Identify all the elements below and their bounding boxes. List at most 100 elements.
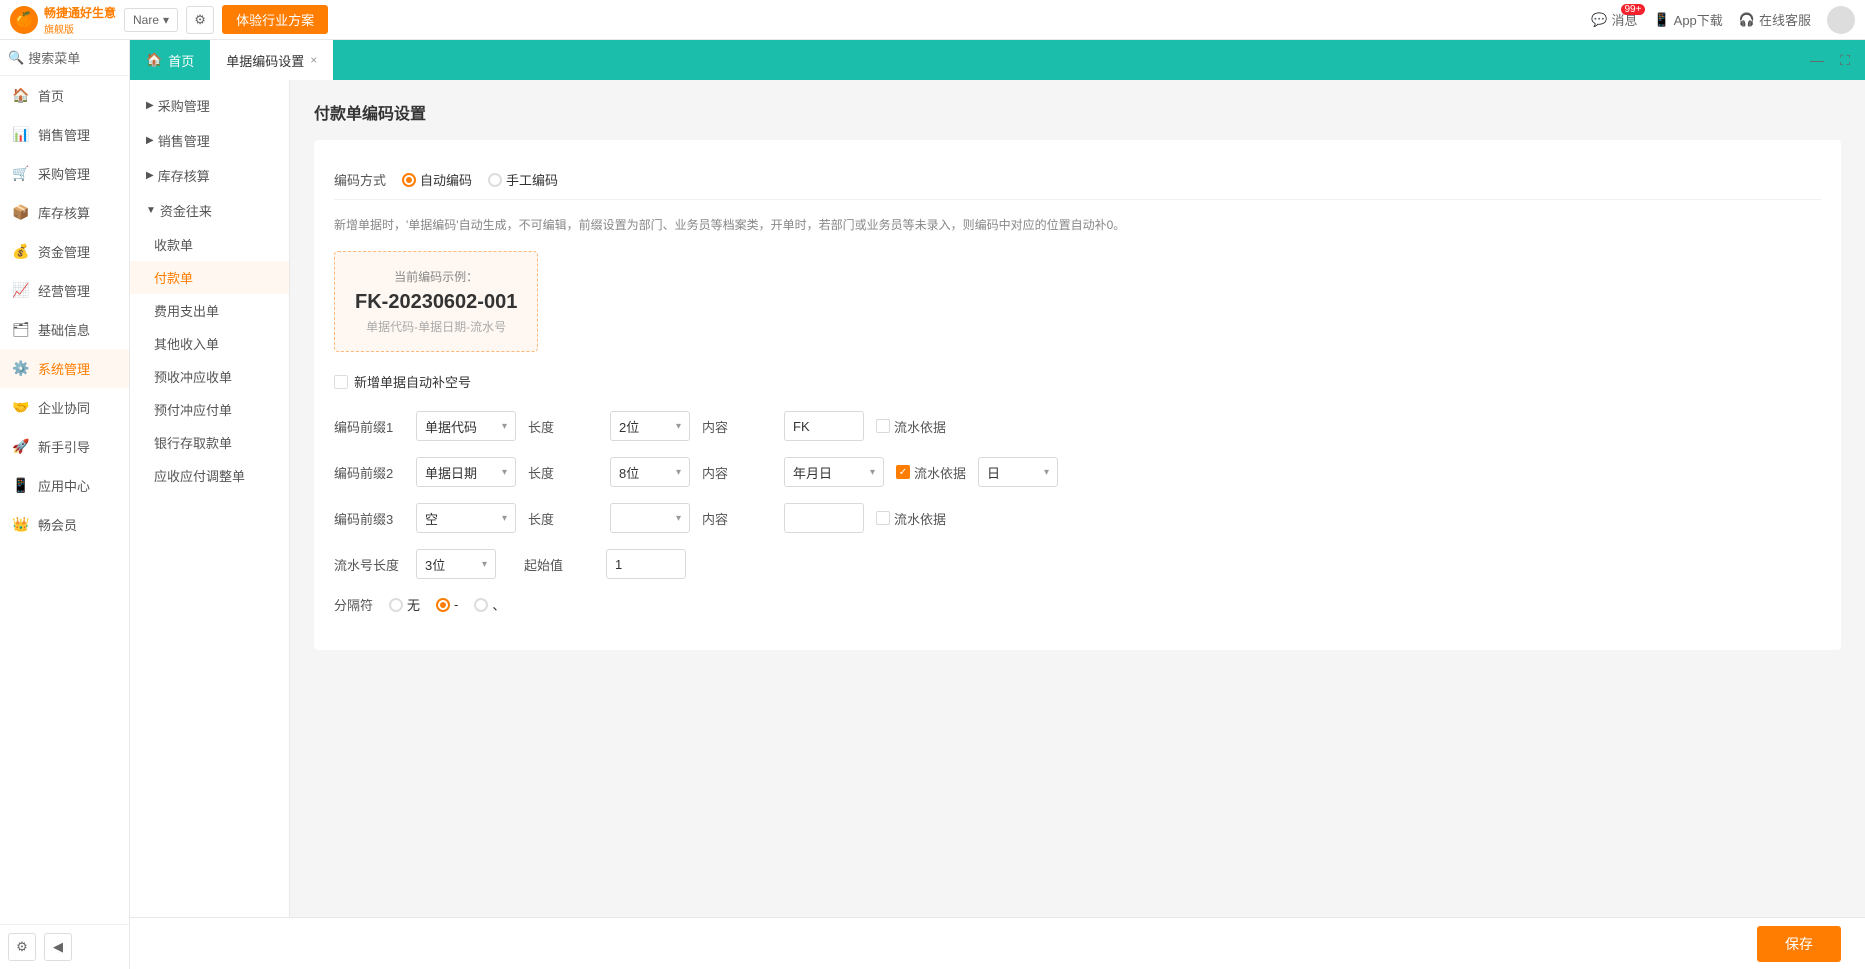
prefix2-select[interactable]: 单据日期 ▾ (416, 457, 516, 487)
sidebar-item-operations[interactable]: 📈 经营管理 (0, 271, 129, 310)
form-card: 编码方式 自动编码 手工编码 新增单据时，'单据编码'自动生成，不可编辑，前缀设… (314, 140, 1841, 650)
sidebar-item-purchase[interactable]: 🛒 采购管理 (0, 154, 129, 193)
sub-item-bank[interactable]: 银行存取款单 (130, 426, 289, 459)
sidebar-item-inventory[interactable]: 📦 库存核算 (0, 193, 129, 232)
sidebar-item-apps[interactable]: 📱 应用中心 (0, 466, 129, 505)
tab-close-icon[interactable]: × (310, 53, 317, 67)
settings-bottom-icon[interactable]: ⚙ (8, 933, 36, 961)
chevron-down-icon8: ▾ (1044, 467, 1049, 478)
chevron-down-icon7: ▾ (870, 467, 875, 478)
start-value-input[interactable] (606, 549, 686, 579)
prefix3-select[interactable]: 空 ▾ (416, 503, 516, 533)
chevron-down-icon11: ▾ (482, 559, 487, 570)
tab-bar: 🏠 首页 单据编码设置 × — ⛶ (130, 40, 1865, 80)
prefix3-length-select[interactable]: ▾ (610, 503, 690, 533)
sub-item-adjustment[interactable]: 应收应付调整单 (130, 459, 289, 492)
radio-manual-encode[interactable]: 手工编码 (488, 170, 558, 189)
tab-settings[interactable]: 单据编码设置 × (210, 40, 333, 80)
prefix1-select[interactable]: 单据代码 ▾ (416, 411, 516, 441)
minimize-icon[interactable]: — (1805, 48, 1829, 72)
sidebar-item-system[interactable]: ⚙️ 系统管理 (0, 349, 129, 388)
sub-item-receipt[interactable]: 收款单 (130, 228, 289, 261)
auto-fill-checkbox[interactable] (334, 375, 348, 389)
main-layout: 🔍 搜索菜单 🏠 首页 📊 销售管理 🛒 采购管理 📦 库存核算 💰 (0, 40, 1865, 969)
chevron-down-icon6: ▾ (676, 467, 681, 478)
maximize-icon[interactable]: ⛶ (1833, 48, 1857, 72)
sidebar-item-member[interactable]: 👑 畅会员 (0, 505, 129, 544)
sub-group-sales-title[interactable]: ▶ 销售管理 (130, 123, 289, 158)
sidebar-nav: 🏠 首页 📊 销售管理 🛒 采购管理 📦 库存核算 💰 资金管理 📈 经 (0, 76, 129, 924)
sep-dot2-radio[interactable]: 、 (474, 595, 505, 614)
sub-item-payment[interactable]: 付款单 (130, 261, 289, 294)
search-menu-btn[interactable]: 🔍 搜索菜单 (0, 40, 129, 76)
sep-none-radio[interactable]: 无 (389, 595, 420, 614)
code-preview: 当前编码示例： FK-20230602-001 单据代码-单据日期-流水号 (334, 251, 538, 352)
avatar[interactable] (1827, 6, 1855, 34)
tab-home[interactable]: 🏠 首页 (130, 40, 210, 80)
headset-icon: 🎧 (1739, 12, 1755, 28)
prefix2-length-select[interactable]: 8位 ▾ (610, 457, 690, 487)
sep-dot-radio[interactable]: - (436, 597, 458, 612)
save-button[interactable]: 保存 (1757, 926, 1841, 962)
sidebar-item-finance[interactable]: 💰 资金管理 (0, 232, 129, 271)
prefix1-serial-checkbox[interactable]: 流水依据 (876, 417, 946, 436)
chevron-down-icon2: ▼ (146, 205, 156, 216)
collapse-icon[interactable]: ◀ (44, 933, 72, 961)
sidebar-item-basic[interactable]: 🗂 基础信息 (0, 310, 129, 349)
handshake-icon: 🤝 (12, 399, 30, 417)
radio-auto-encode[interactable]: 自动编码 (402, 170, 472, 189)
chart-icon: 📊 (12, 126, 30, 144)
sidebar: 🔍 搜索菜单 🏠 首页 📊 销售管理 🛒 采购管理 📦 库存核算 💰 (0, 40, 130, 969)
radio-manual-dot (488, 173, 502, 187)
sub-item-expense[interactable]: 费用支出单 (130, 294, 289, 327)
search-icon: 🔍 (8, 50, 24, 66)
prefix3-serial-checkbox[interactable]: 流水依据 (876, 509, 946, 528)
apps-icon: 📱 (12, 477, 30, 495)
nav-dropdown[interactable]: Nare ▾ (124, 8, 178, 32)
sidebar-item-enterprise[interactable]: 🤝 企业协同 (0, 388, 129, 427)
sidebar-item-sales[interactable]: 📊 销售管理 (0, 115, 129, 154)
sidebar-item-guide[interactable]: 🚀 新手引导 (0, 427, 129, 466)
sub-item-pre-payment[interactable]: 预付冲应付单 (130, 393, 289, 426)
sub-item-pre-receipt[interactable]: 预收冲应收单 (130, 360, 289, 393)
sidebar-bottom: ⚙ ◀ (0, 924, 129, 969)
settings-icon[interactable]: ⚙ (186, 6, 214, 34)
sep-none-radio-dot (389, 598, 403, 612)
prefix1-length-select[interactable]: 2位 ▾ (610, 411, 690, 441)
serial-length-row: 流水号长度 3位 ▾ 起始值 (334, 549, 1821, 579)
serial-length-select[interactable]: 3位 ▾ (416, 549, 496, 579)
top-bar-left: 🍊 畅捷通好生意 旗舰版 Nare ▾ ⚙ 体验行业方案 (10, 4, 328, 36)
sidebar-item-home[interactable]: 🏠 首页 (0, 76, 129, 115)
form-row-1: 编码前缀1 单据代码 ▾ 长度 2位 ▾ 内容 (334, 411, 1821, 441)
sep-dot-radio-dot (436, 598, 450, 612)
chevron-down-icon4: ▾ (676, 421, 681, 432)
prefix2-serial-checkbox[interactable]: ✓ 流水依据 (896, 463, 966, 482)
logo: 🍊 畅捷通好生意 旗舰版 (10, 4, 116, 36)
chevron-right-icon: ▶ (146, 100, 154, 111)
sub-group-inventory-title[interactable]: ▶ 库存核算 (130, 158, 289, 193)
chevron-down-icon5: ▾ (502, 467, 507, 478)
sub-sidebar: ▶ 采购管理 ▶ 销售管理 ▶ 库存核算 (130, 80, 290, 917)
top-bar: 🍊 畅捷通好生意 旗舰版 Nare ▾ ⚙ 体验行业方案 💬 消息 99+ 📱 … (0, 0, 1865, 40)
trial-button[interactable]: 体验行业方案 (222, 5, 328, 34)
logo-text: 畅捷通好生意 旗舰版 (44, 4, 116, 36)
radio-auto-dot (402, 173, 416, 187)
sub-group-capital-title[interactable]: ▼ 资金往来 (130, 193, 289, 228)
cart-icon: 🛒 (12, 165, 30, 183)
app-download-btn[interactable]: 📱 App下载 (1653, 10, 1722, 29)
prefix1-content-input[interactable] (784, 411, 864, 441)
prefix3-content-input[interactable] (784, 503, 864, 533)
sub-item-other-income[interactable]: 其他收入单 (130, 327, 289, 360)
sub-group-purchase-title[interactable]: ▶ 采购管理 (130, 88, 289, 123)
bottom-bar: 保存 (130, 917, 1865, 969)
rocket-icon: 🚀 (12, 438, 30, 456)
prefix1-serial-check-icon (876, 419, 890, 433)
message-btn[interactable]: 💬 消息 99+ (1591, 10, 1637, 29)
top-bar-right: 💬 消息 99+ 📱 App下载 🎧 在线客服 (1591, 6, 1855, 34)
folder-icon: 🗂 (12, 321, 30, 339)
prefix2-content-select[interactable]: 年月日 ▾ (784, 457, 884, 487)
crown-icon: 👑 (12, 516, 30, 534)
logo-icon: 🍊 (10, 6, 38, 34)
prefix2-period-select[interactable]: 日 ▾ (978, 457, 1058, 487)
service-btn[interactable]: 🎧 在线客服 (1739, 10, 1811, 29)
